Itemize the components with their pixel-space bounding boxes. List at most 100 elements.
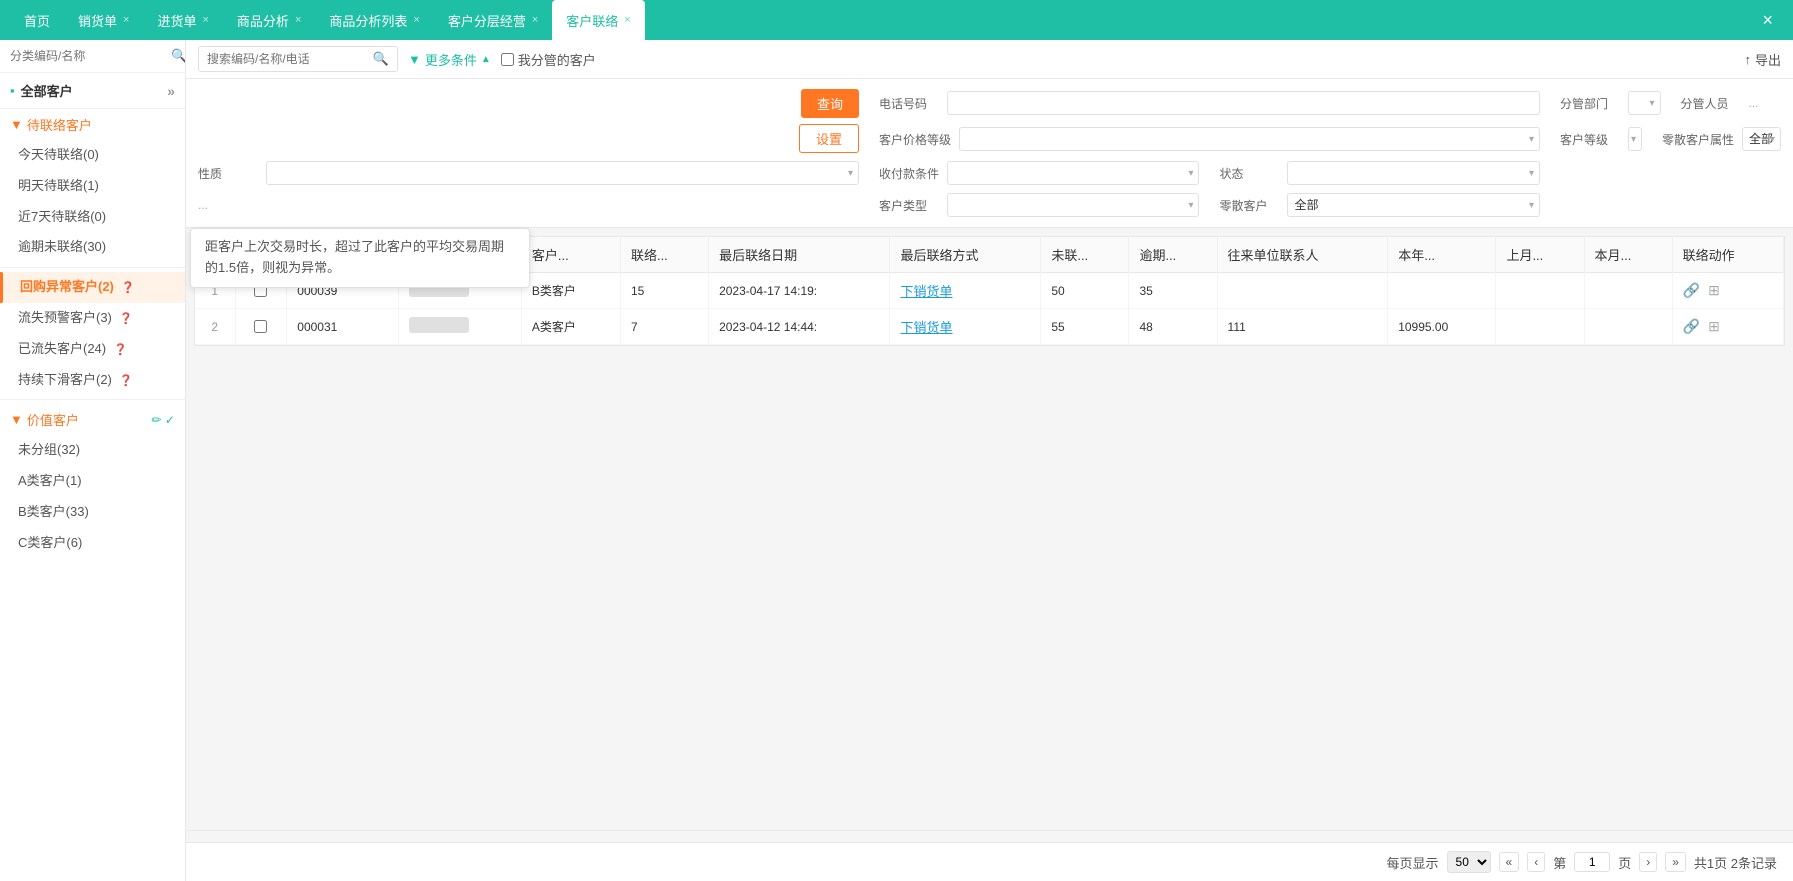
nav-item-product-list[interactable]: 商品分析列表 × [315, 0, 433, 40]
settings-button[interactable]: 设置 [799, 124, 859, 153]
class-a-label: A类客户(1) [18, 473, 82, 488]
sidebar-7day-pending[interactable]: 近7天待联络(0) [0, 202, 185, 233]
pending-contact-group[interactable]: ▼ 待联络客户 [0, 109, 185, 140]
nav-close-customer-tier[interactable]: × [532, 14, 538, 26]
filter-price-level-select[interactable] [959, 127, 1540, 151]
td-not-contact-2: 55 [1041, 309, 1129, 345]
th-last-method[interactable]: 最后联络方式 [890, 237, 1041, 273]
lost-pre-help-icon[interactable]: ❓ [119, 313, 133, 325]
sidebar-class-b[interactable]: B类客户(33) [0, 497, 185, 528]
search-icon[interactable]: 🔍 [373, 51, 389, 67]
nav-item-product-analysis[interactable]: 商品分析 × [223, 0, 315, 40]
filter-customer-type-label: 客户类型 [879, 197, 939, 214]
action-link-icon-1[interactable]: 🔗 [1683, 282, 1700, 299]
value-customers-group[interactable]: ▼ 价值客户 ✏ ✓ [0, 404, 185, 435]
sidebar-lost-pre[interactable]: 流失预警客户(3) ❓ [0, 303, 185, 334]
query-button[interactable]: 查询 [801, 89, 859, 118]
repurchase-help-icon[interactable]: ❓ [121, 282, 135, 294]
nav-close-product-analysis[interactable]: × [295, 14, 301, 26]
td-last-method-1[interactable]: 下销货单 [890, 273, 1041, 309]
sidebar-repurchase-abnormal[interactable]: 回购异常客户(2) ❓ [0, 272, 185, 303]
sidebar-keep-down[interactable]: 持续下滑客户(2) ❓ [0, 365, 185, 396]
th-not-contact[interactable]: 未联... [1041, 237, 1129, 273]
nav-item-purchase[interactable]: 进货单 × [143, 0, 222, 40]
sidebar-class-a[interactable]: A类客户(1) [0, 466, 185, 497]
page-input[interactable] [1574, 852, 1610, 872]
filter-status-label: 状态 [1219, 165, 1279, 182]
filter-retail-attr-select[interactable]: 全部 [1742, 127, 1781, 151]
sidebar-divider-1 [0, 267, 185, 268]
sidebar-tomorrow-pending[interactable]: 明天待联络(1) [0, 171, 185, 202]
filter-customer-type-select[interactable] [947, 193, 1200, 217]
filter-retail-attr-wrap: 全部 ▾ [1742, 127, 1781, 151]
nav-label-product-list: 商品分析列表 [329, 11, 407, 30]
all-customers-header[interactable]: ▪ 全部客户 » [0, 73, 185, 109]
td-last-date-2: 2023-04-12 14:44: [709, 309, 890, 345]
already-lost-help-icon[interactable]: ❓ [113, 344, 127, 356]
th-this-month[interactable]: 本月... [1584, 237, 1672, 273]
sidebar-search-input[interactable] [10, 49, 165, 63]
value-customers-edit-icon[interactable]: ✏ ✓ [152, 413, 175, 427]
sidebar-already-lost[interactable]: 已流失客户(24) ❓ [0, 334, 185, 365]
th-overdue[interactable]: 逾期... [1129, 237, 1217, 273]
nav-close-sales[interactable]: × [123, 14, 129, 26]
filter-dept-person-row: 分管部门 ▾ 分管人员 ... [1560, 89, 1781, 117]
active-bar [0, 272, 3, 303]
first-page-btn[interactable]: « [1499, 852, 1520, 872]
next-page-btn[interactable]: › [1639, 852, 1657, 872]
export-button[interactable]: ↑ 导出 [1744, 50, 1781, 69]
th-this-year[interactable]: 本年... [1388, 237, 1496, 273]
th-contact-count[interactable]: 联络... [620, 237, 708, 273]
window-close-button[interactable]: × [1752, 10, 1783, 31]
th-customer-type[interactable]: 客户... [521, 237, 620, 273]
filter-gender-select[interactable] [266, 161, 859, 185]
nav-item-sales[interactable]: 销货单 × [64, 0, 143, 40]
repurchase-abnormal-label: 回购异常客户(2) [20, 279, 114, 294]
filter-person-more-btn[interactable]: ... [1749, 96, 1759, 110]
nav-item-home[interactable]: 首页 [10, 0, 64, 40]
more-conditions-btn[interactable]: ▼ 更多条件 ▲ [408, 50, 491, 69]
row-2-checkbox[interactable] [254, 320, 267, 333]
filter-dept-select[interactable] [1628, 91, 1661, 115]
filter-price-level-label: 客户价格等级 [879, 131, 951, 148]
prev-page-btn[interactable]: ‹ [1527, 852, 1545, 872]
search-input[interactable] [207, 52, 367, 66]
lost-pre-label: 流失预警客户(3) [18, 310, 112, 325]
filter-status-select[interactable] [1287, 161, 1540, 185]
last-method-link-1[interactable]: 下销货单 [900, 284, 952, 299]
filter-customer-level-select[interactable] [1628, 127, 1642, 151]
last-page-btn[interactable]: » [1665, 852, 1686, 872]
my-customers-checkbox[interactable] [501, 53, 514, 66]
th-last-month[interactable]: 上月... [1496, 237, 1584, 273]
sidebar-collapse-btn[interactable]: » [167, 83, 175, 99]
sidebar-search-icon[interactable]: 🔍 [171, 48, 186, 64]
7day-pending-label: 近7天待联络(0) [18, 209, 106, 224]
last-method-link-2[interactable]: 下销货单 [900, 320, 952, 335]
nav-item-customer-contact[interactable]: 客户联络 × [552, 0, 644, 40]
filter-more-ellipsis[interactable]: ... [198, 198, 208, 212]
filter-retail-customer-select[interactable]: 全部 [1287, 193, 1540, 217]
nav-close-purchase[interactable]: × [202, 14, 208, 26]
nav-close-product-list[interactable]: × [413, 14, 419, 26]
nav-item-customer-tier[interactable]: 客户分层经营 × [434, 0, 552, 40]
td-overdue-2: 48 [1129, 309, 1217, 345]
action-link-icon-2[interactable]: 🔗 [1683, 318, 1700, 335]
sidebar-ungroup[interactable]: 未分组(32) [0, 435, 185, 466]
search-box: 🔍 [198, 46, 398, 72]
sidebar-today-pending[interactable]: 今天待联络(0) [0, 140, 185, 171]
horizontal-scrollbar[interactable] [186, 830, 1793, 842]
filter-status-row: 状态 ▾ [1219, 161, 1540, 185]
td-last-method-2[interactable]: 下销货单 [890, 309, 1041, 345]
action-grid-icon-1[interactable]: ⊞ [1708, 282, 1720, 299]
per-page-select[interactable]: 50 [1447, 851, 1491, 873]
sidebar-class-c[interactable]: C类客户(6) [0, 528, 185, 559]
keep-down-help-icon[interactable]: ❓ [119, 375, 133, 387]
th-unit-contact[interactable]: 往来单位联系人 [1217, 237, 1388, 273]
filter-payment-select[interactable] [947, 161, 1199, 185]
action-grid-icon-2[interactable]: ⊞ [1708, 318, 1720, 335]
th-last-date[interactable]: 最后联络日期 [709, 237, 890, 273]
filter-phone-input[interactable] [947, 91, 1540, 115]
sidebar-overdue-pending[interactable]: 逾期未联络(30) [0, 232, 185, 263]
nav-close-customer-contact[interactable]: × [624, 14, 630, 26]
filter-gender-row: 性质 ▾ [198, 161, 859, 185]
